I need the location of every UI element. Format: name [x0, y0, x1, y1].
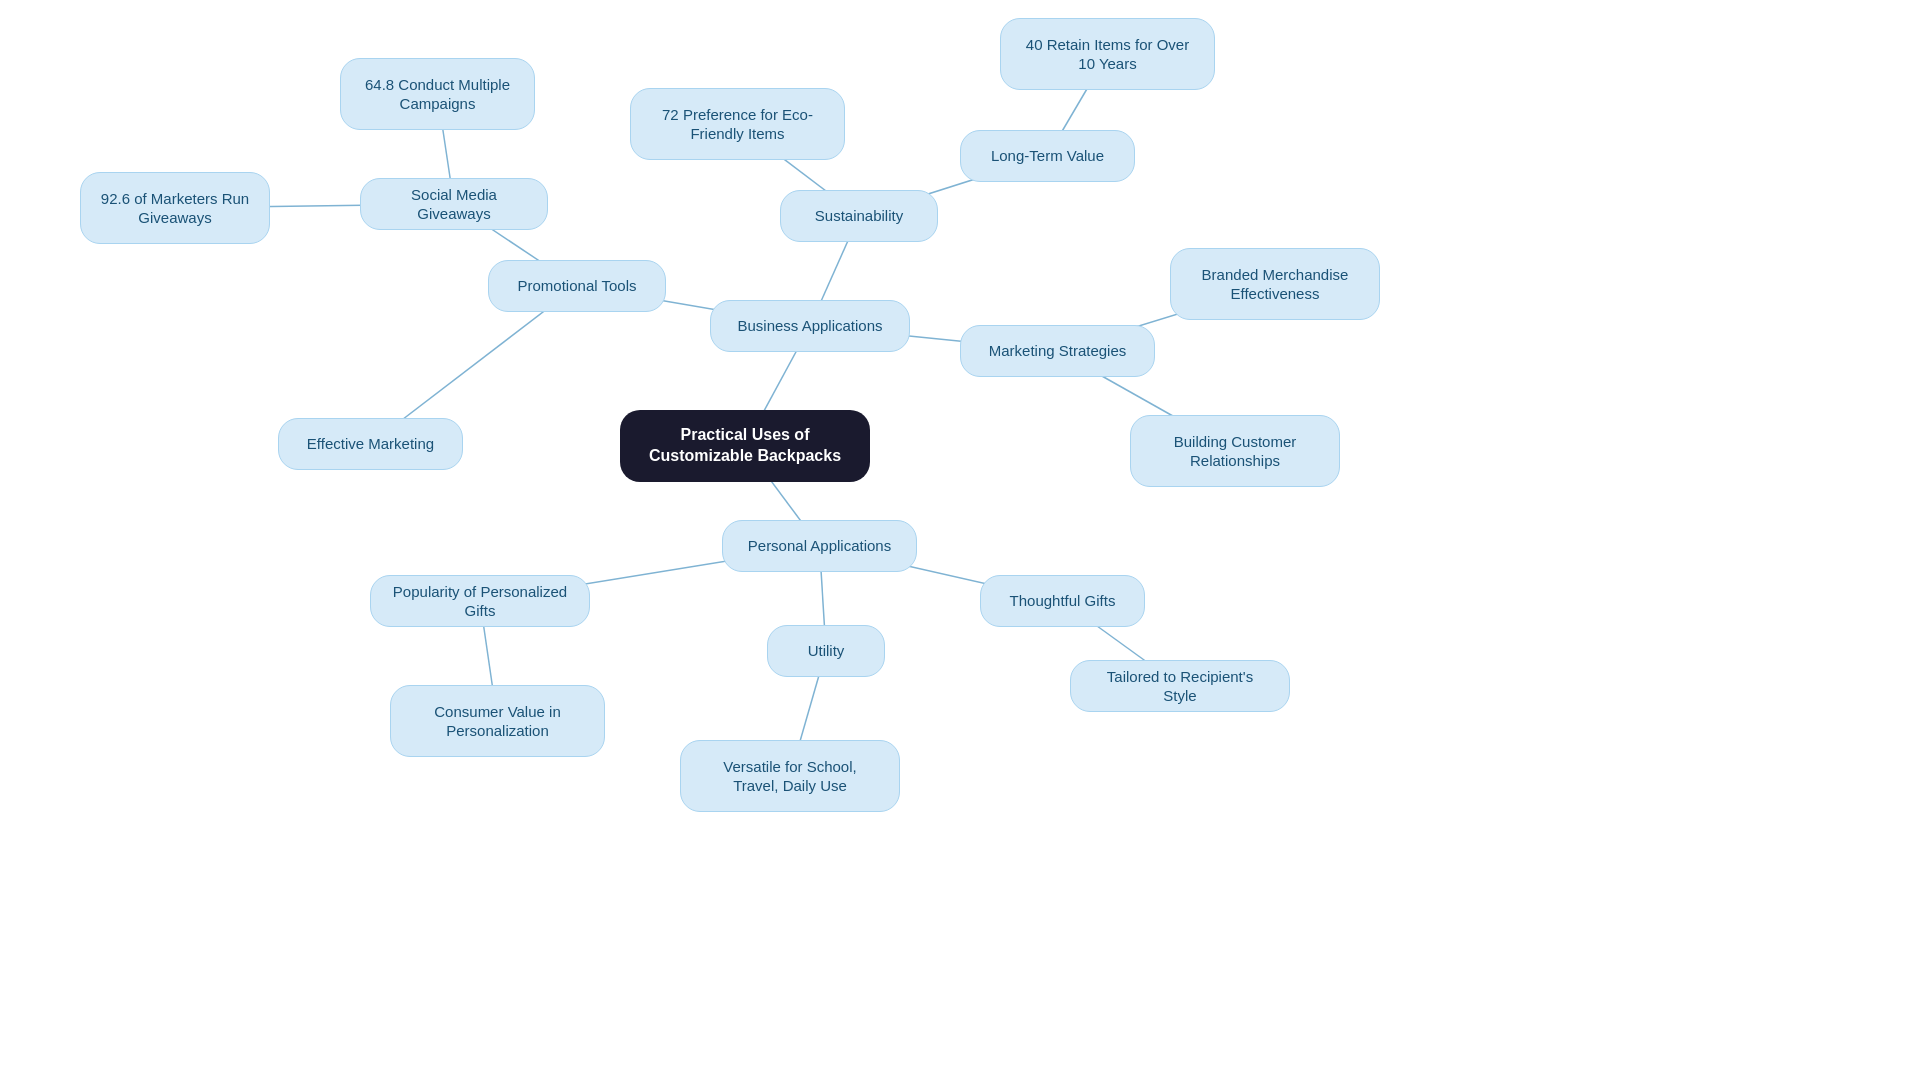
node-root: Practical Uses of Customizable Backpacks [620, 410, 870, 482]
node-utility: Utility [767, 625, 885, 677]
node-effective: Effective Marketing [278, 418, 463, 470]
node-conduct: 64.8 Conduct Multiple Campaigns [340, 58, 535, 130]
node-business: Business Applications [710, 300, 910, 352]
node-sustainability: Sustainability [780, 190, 938, 242]
node-popularity: Popularity of Personalized Gifts [370, 575, 590, 627]
node-eco: 72 Preference for Eco-Friendly Items [630, 88, 845, 160]
node-personal: Personal Applications [722, 520, 917, 572]
node-versatile: Versatile for School, Travel, Daily Use [680, 740, 900, 812]
node-marketers: 92.6 of Marketers Run Giveaways [80, 172, 270, 244]
node-marketing: Marketing Strategies [960, 325, 1155, 377]
node-social-media: Social Media Giveaways [360, 178, 548, 230]
node-consumer: Consumer Value in Personalization [390, 685, 605, 757]
node-promotional: Promotional Tools [488, 260, 666, 312]
node-longterm: Long-Term Value [960, 130, 1135, 182]
node-branded: Branded Merchandise Effectiveness [1170, 248, 1380, 320]
node-retain: 40 Retain Items for Over 10 Years [1000, 18, 1215, 90]
node-building: Building Customer Relationships [1130, 415, 1340, 487]
node-thoughtful: Thoughtful Gifts [980, 575, 1145, 627]
mindmap-canvas: Practical Uses of Customizable Backpacks… [0, 0, 1920, 1083]
node-tailored: Tailored to Recipient's Style [1070, 660, 1290, 712]
